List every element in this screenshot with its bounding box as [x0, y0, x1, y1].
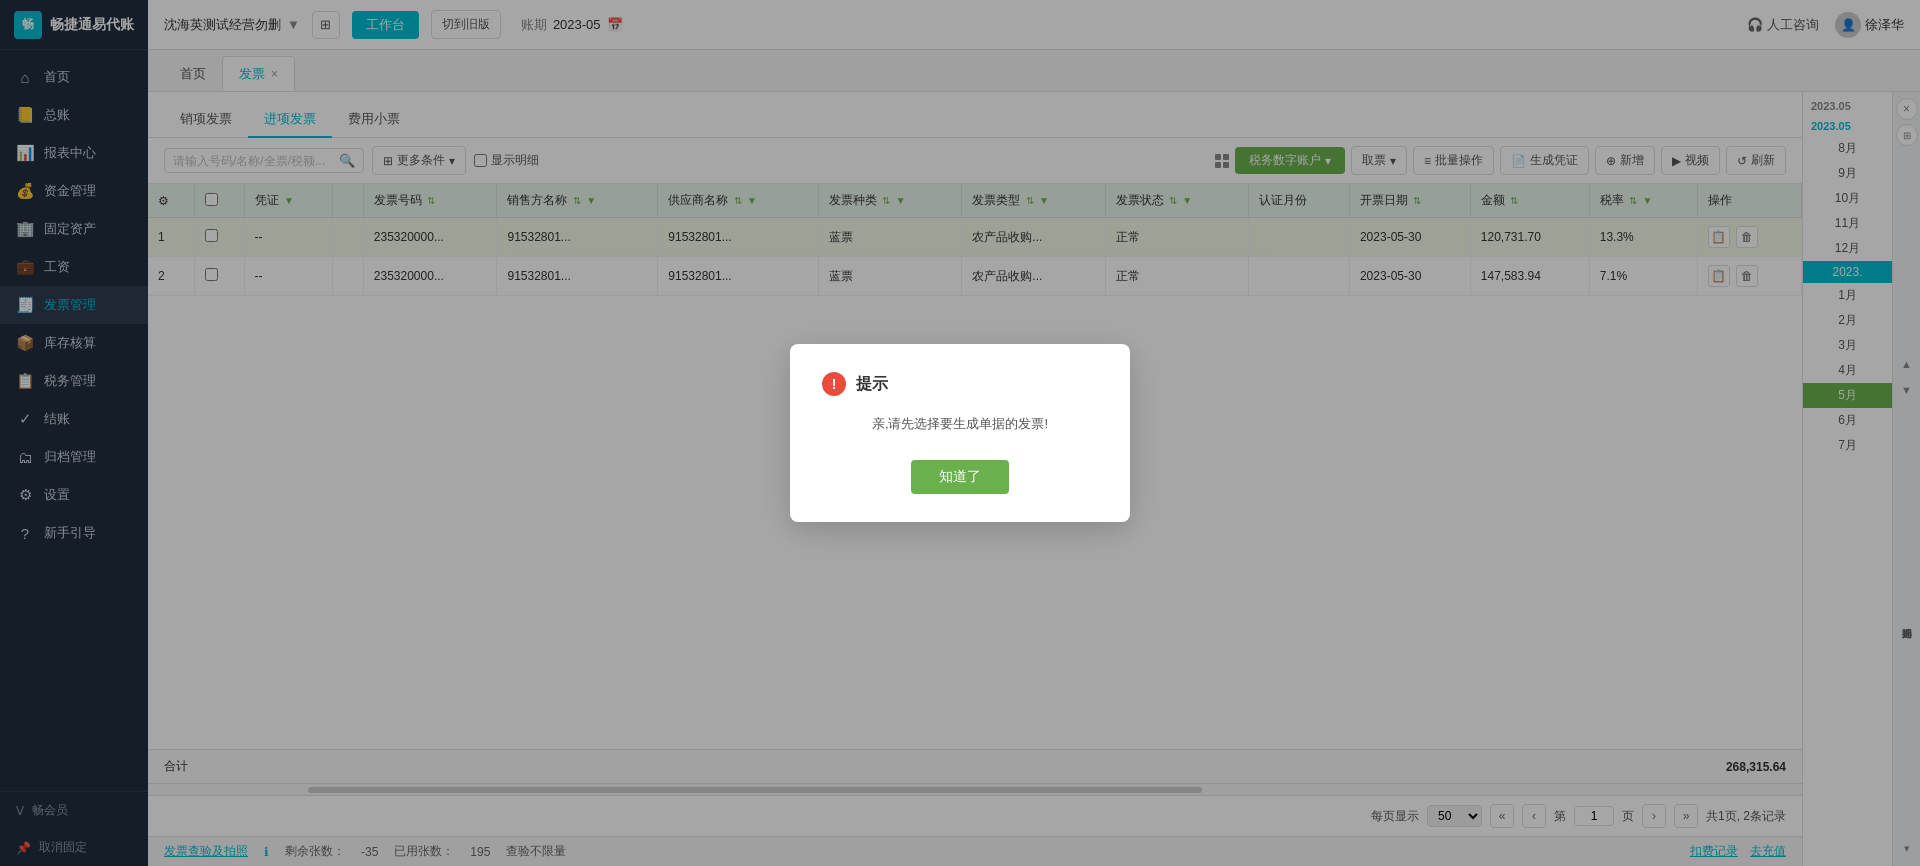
warning-icon: ! [822, 372, 846, 396]
modal-title: 提示 [856, 374, 888, 395]
modal-title-row: ! 提示 [822, 372, 1098, 396]
modal-overlay: ! 提示 亲,请先选择要生成单据的发票! 知道了 [0, 0, 1920, 866]
modal-btn-row: 知道了 [822, 460, 1098, 494]
modal-ok-button[interactable]: 知道了 [911, 460, 1009, 494]
modal-message: 亲,请先选择要生成单据的发票! [822, 412, 1098, 435]
modal-box: ! 提示 亲,请先选择要生成单据的发票! 知道了 [790, 344, 1130, 521]
